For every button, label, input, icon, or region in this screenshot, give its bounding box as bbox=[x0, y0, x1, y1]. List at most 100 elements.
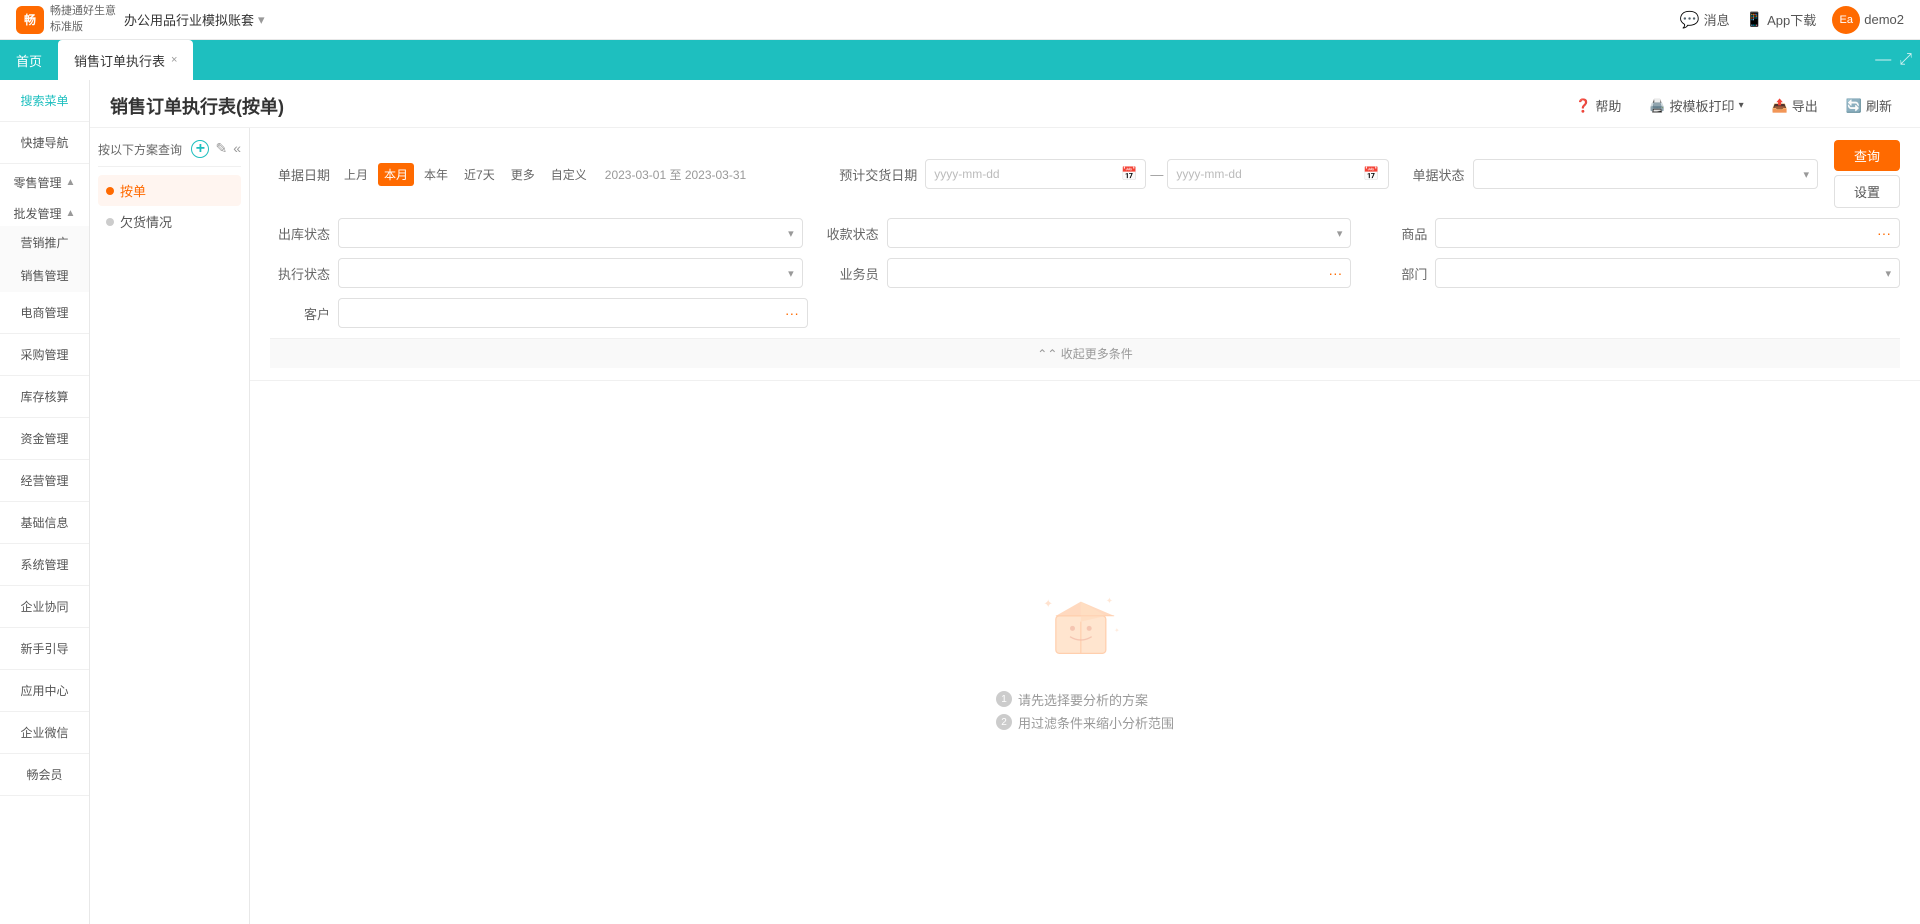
goods-filter-label: 商品 bbox=[1367, 224, 1427, 243]
shortcut-custom[interactable]: 自定义 bbox=[545, 163, 593, 186]
sidebar-item-finance[interactable]: 资金管理 bbox=[0, 418, 89, 460]
help-button[interactable]: ❓ 帮助 bbox=[1567, 92, 1629, 119]
filter-customer-item: 客户 ··· bbox=[270, 298, 808, 328]
sidebar-item-wholesale[interactable]: 批发管理 ▲ bbox=[0, 195, 89, 226]
scheme-item-order[interactable]: 按单 bbox=[98, 175, 241, 206]
download-label: App下载 bbox=[1767, 10, 1816, 29]
sidebar-item-member[interactable]: 畅会员 bbox=[0, 754, 89, 796]
sidebar-item-basics[interactable]: 基础信息 bbox=[0, 502, 89, 544]
expected-date-label: 预计交货日期 bbox=[837, 165, 917, 184]
sidebar-system-label: 系统管理 bbox=[20, 558, 68, 572]
content-area: 销售订单执行表(按单) ❓ 帮助 🖨️ 按模板打印 ▾ 📤 导出 🔄 刷新 bbox=[90, 80, 1920, 924]
shortcut-more[interactable]: 更多 bbox=[505, 163, 541, 186]
left-panel: 按以下方案查询 + ✎ « 按单 欠货情况 bbox=[90, 128, 250, 924]
status-filter-label: 单据状态 bbox=[1405, 165, 1465, 184]
sidebar-purchase-label: 采购管理 bbox=[20, 348, 68, 362]
action-buttons: 查询 设置 bbox=[1834, 140, 1900, 208]
refresh-button[interactable]: 🔄 刷新 bbox=[1838, 92, 1900, 119]
filter-date-item: 单据日期 上月 本月 本年 近7天 更多 自定义 2023-03-01 至 20… bbox=[270, 163, 821, 186]
filter-row-4: 客户 ··· bbox=[270, 298, 1900, 328]
main-layout: 搜索菜单 快捷导航 零售管理 ▲ 批发管理 ▲ 营销推广 销售管理 电商管理 采… bbox=[0, 80, 1920, 924]
salesperson-selector[interactable]: ··· bbox=[887, 258, 1352, 288]
sidebar-item-marketing[interactable]: 营销推广 bbox=[0, 226, 89, 259]
goods-selector[interactable]: ··· bbox=[1435, 218, 1900, 248]
filter-dept-item: 部门 ▾ bbox=[1367, 258, 1900, 288]
message-button[interactable]: 💬 消息 bbox=[1680, 10, 1730, 30]
sidebar-sales-label: 销售管理 bbox=[20, 269, 68, 283]
tab-close-icon[interactable]: × bbox=[171, 54, 177, 66]
sidebar-item-retail[interactable]: 零售管理 ▲ bbox=[0, 164, 89, 195]
sidebar-operations-label: 经营管理 bbox=[20, 474, 68, 488]
sidebar-search-label: 搜索菜单 bbox=[20, 94, 68, 108]
sidebar-item-newbie[interactable]: 新手引导 bbox=[0, 628, 89, 670]
shortcut-this-month[interactable]: 本月 bbox=[378, 163, 414, 186]
tab-actions: — ⤢ bbox=[1875, 51, 1920, 69]
calendar-end-icon: 📅 bbox=[1363, 166, 1379, 182]
sidebar-item-quicknav[interactable]: 快捷导航 bbox=[0, 122, 89, 164]
svg-text:✦: ✦ bbox=[1114, 626, 1120, 634]
sidebar-quicknav-label: 快捷导航 bbox=[20, 136, 68, 150]
sidebar-item-bizwechat[interactable]: 企业微信 bbox=[0, 712, 89, 754]
edit-scheme-icon[interactable]: ✎ bbox=[215, 140, 227, 158]
sidebar-item-operations[interactable]: 经营管理 bbox=[0, 460, 89, 502]
sidebar-member-label: 畅会员 bbox=[26, 768, 62, 782]
customer-label: 客户 bbox=[270, 304, 330, 323]
expected-date-end[interactable]: yyyy-mm-dd 📅 bbox=[1167, 159, 1388, 189]
sidebar-item-ecommerce[interactable]: 电商管理 bbox=[0, 292, 89, 334]
sidebar-item-system[interactable]: 系统管理 bbox=[0, 544, 89, 586]
app-selector-dropdown[interactable]: 办公用品行业模拟账套 ▾ bbox=[124, 10, 265, 29]
exec-status-dropdown[interactable]: ▾ bbox=[338, 258, 803, 288]
delivery-status-dropdown[interactable]: ▾ bbox=[338, 218, 803, 248]
scheme-dot-active bbox=[106, 187, 114, 195]
expected-date-start[interactable]: yyyy-mm-dd 📅 bbox=[925, 159, 1146, 189]
goods-more-icon: ··· bbox=[1877, 225, 1891, 241]
customer-more-icon: ··· bbox=[785, 305, 799, 321]
setting-button[interactable]: 设置 bbox=[1834, 175, 1900, 208]
shortcut-this-year[interactable]: 本年 bbox=[418, 163, 454, 186]
tab-sales-order[interactable]: 销售订单执行表 × bbox=[58, 40, 193, 80]
refresh-icon: 🔄 bbox=[1846, 98, 1862, 114]
salesperson-more-icon: ··· bbox=[1328, 265, 1342, 281]
shortcut-last-month[interactable]: 上月 bbox=[338, 163, 374, 186]
collapse-more-button[interactable]: ⌃⌃ 收起更多条件 bbox=[270, 338, 1900, 368]
date-filter-label: 单据日期 bbox=[270, 165, 330, 184]
customer-selector[interactable]: ··· bbox=[338, 298, 808, 328]
sidebar-item-collab[interactable]: 企业协同 bbox=[0, 586, 89, 628]
add-scheme-icon[interactable]: + bbox=[191, 140, 209, 158]
sidebar-item-purchase[interactable]: 采购管理 bbox=[0, 334, 89, 376]
sidebar-item-appcenter[interactable]: 应用中心 bbox=[0, 670, 89, 712]
sidebar-appcenter-label: 应用中心 bbox=[20, 684, 68, 698]
print-button[interactable]: 🖨️ 按模板打印 ▾ bbox=[1641, 92, 1751, 119]
export-button[interactable]: 📤 导出 bbox=[1764, 92, 1826, 119]
empty-state-inner: ✦ ✦ ✦ 1 请先选择要分析的方案 2 bbox=[996, 570, 1174, 736]
shortcut-7days[interactable]: 近7天 bbox=[458, 163, 501, 186]
svg-text:✦: ✦ bbox=[1043, 597, 1053, 610]
tab-home[interactable]: 首页 bbox=[0, 40, 58, 80]
print-dropdown-icon: ▾ bbox=[1739, 100, 1744, 111]
query-button[interactable]: 查询 bbox=[1834, 140, 1900, 171]
tab-maximize-icon[interactable]: ⤢ bbox=[1899, 51, 1912, 69]
status-arrow-icon: ▾ bbox=[1803, 168, 1809, 181]
dept-dropdown[interactable]: ▾ bbox=[1435, 258, 1900, 288]
scheme-item-shortage[interactable]: 欠货情况 bbox=[98, 206, 241, 237]
scheme-order-label: 按单 bbox=[120, 181, 146, 200]
date-end-placeholder: yyyy-mm-dd bbox=[1176, 167, 1241, 181]
tab-minimize-icon[interactable]: — bbox=[1875, 51, 1891, 69]
collapse-panel-icon[interactable]: « bbox=[233, 140, 241, 158]
user-name-label: demo2 bbox=[1864, 12, 1904, 27]
user-profile[interactable]: Ea demo2 bbox=[1832, 6, 1904, 34]
message-label: 消息 bbox=[1704, 10, 1730, 29]
date-range-text: 2023-03-01 至 2023-03-31 bbox=[605, 166, 746, 183]
filter-goods-item: 商品 ··· bbox=[1367, 218, 1900, 248]
sidebar-item-search[interactable]: 搜索菜单 bbox=[0, 80, 89, 122]
filter-expected-date-item: 预计交货日期 yyyy-mm-dd 📅 — yyyy-mm-dd 📅 bbox=[837, 159, 1388, 189]
logo-subtitle: 畅捷通好生意 标准版 bbox=[50, 4, 116, 35]
app-download-button[interactable]: 📱 App下载 bbox=[1746, 10, 1817, 29]
sidebar-item-sales[interactable]: 销售管理 bbox=[0, 259, 89, 292]
delivery-arrow-icon: ▾ bbox=[788, 227, 794, 240]
left-panel-actions: + ✎ « bbox=[191, 140, 241, 158]
print-icon: 🖨️ bbox=[1649, 98, 1665, 114]
sidebar-item-inventory[interactable]: 库存核算 bbox=[0, 376, 89, 418]
receipt-status-dropdown[interactable]: ▾ bbox=[887, 218, 1352, 248]
status-dropdown[interactable]: ▾ bbox=[1473, 159, 1818, 189]
